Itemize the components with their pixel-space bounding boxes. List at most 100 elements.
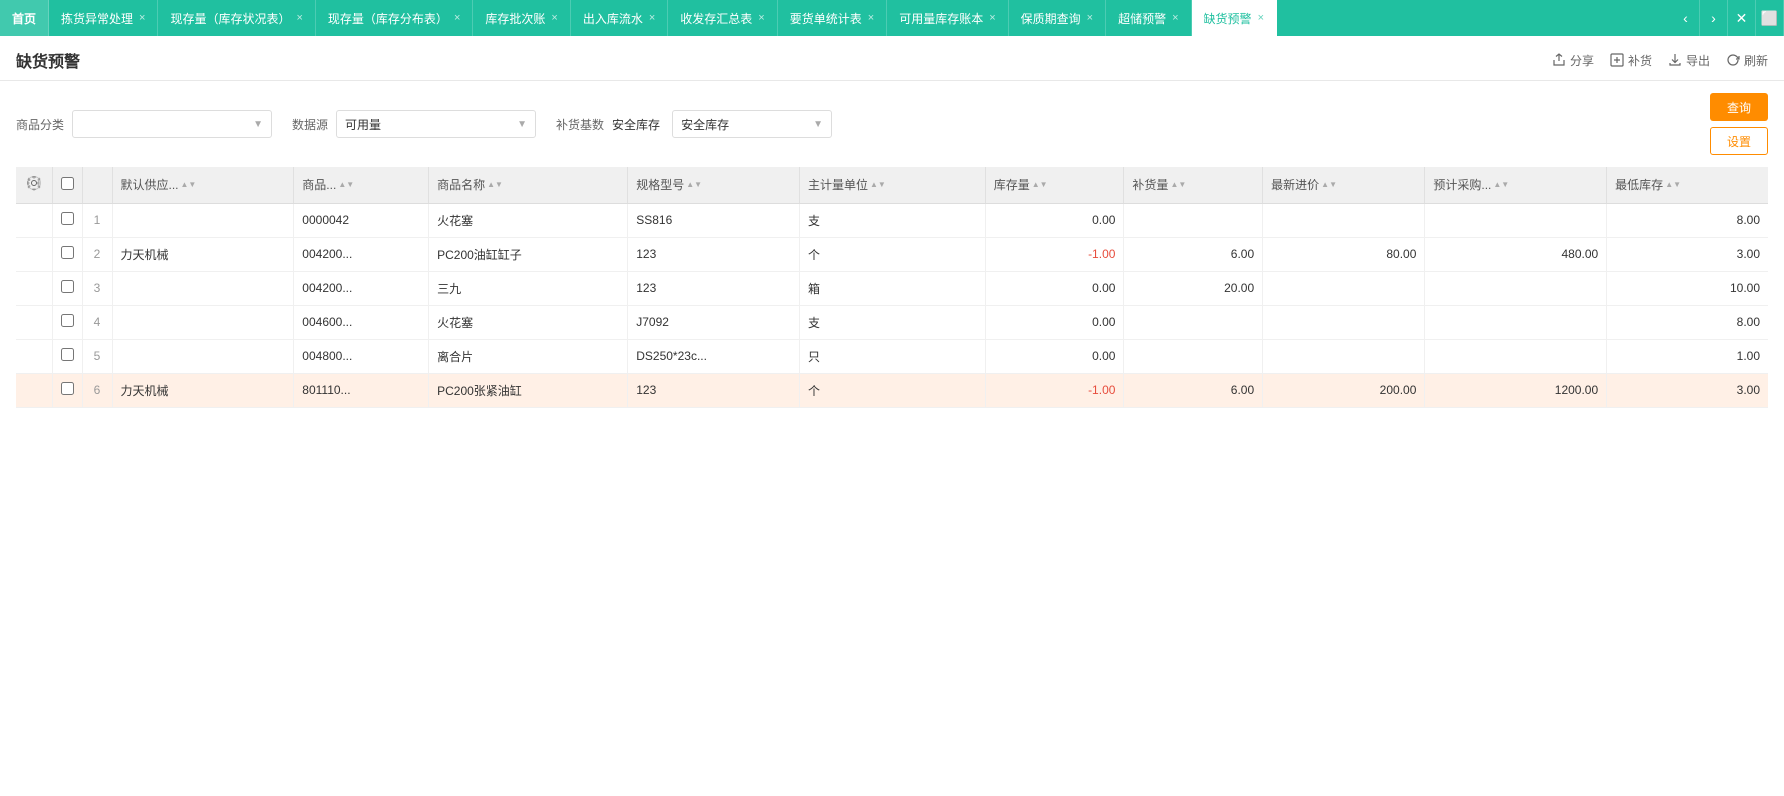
row-checkbox[interactable] [61, 348, 74, 361]
row-stock: 0.00 [985, 305, 1124, 339]
refresh-button[interactable]: 刷新 [1726, 52, 1768, 69]
close-icon[interactable]: × [551, 12, 557, 24]
tab-label: 保质期查询 [1021, 10, 1081, 27]
close-icon[interactable]: × [649, 12, 655, 24]
row-gear-cell [16, 271, 52, 305]
settings-gear-icon[interactable] [26, 175, 42, 191]
sort-icon[interactable]: ▲▼ [1032, 181, 1048, 189]
close-icon[interactable]: × [454, 12, 460, 24]
tab-label: 收发存汇总表 [680, 10, 752, 27]
tab-label: 现存量（库存状况表） [170, 10, 290, 27]
row-gear-cell [16, 339, 52, 373]
sort-icon[interactable]: ▲▼ [686, 181, 702, 189]
sort-icon[interactable]: ▲▼ [1321, 181, 1337, 189]
row-default-supplier [112, 203, 294, 237]
tab-prev-button[interactable]: ‹ [1672, 0, 1700, 36]
filter-area: 商品分类 ▼ 数据源 可用量 ▼ 补货基数 安全库存 安全库存 ▼ 查询 设置 [0, 81, 1784, 167]
datasource-select-value: 可用量 [345, 116, 517, 133]
row-number: 5 [82, 339, 112, 373]
row-est-purchase [1425, 339, 1607, 373]
close-icon[interactable]: × [296, 12, 302, 24]
share-icon [1552, 53, 1566, 67]
tab-order-stat[interactable]: 要货单统计表 × [778, 0, 887, 36]
replenish-label: 补货 [1628, 52, 1652, 69]
close-icon[interactable]: × [1087, 12, 1093, 24]
row-latest-price [1263, 339, 1425, 373]
product-code-column-header: 商品... ▲▼ [294, 167, 429, 203]
sort-icon[interactable]: ▲▼ [1493, 181, 1509, 189]
row-unit: 个 [799, 237, 985, 271]
query-button[interactable]: 查询 [1710, 93, 1768, 121]
row-unit: 个 [799, 373, 985, 407]
tab-label: 超储预警 [1118, 10, 1166, 27]
tab-inventory-status[interactable]: 现存量（库存状况表） × [158, 0, 315, 36]
close-icon[interactable]: × [989, 12, 995, 24]
table-row: 1 0000042 火花塞 SS816 支 0.00 8.00 [16, 203, 1768, 237]
row-checkbox[interactable] [61, 314, 74, 327]
select-all-checkbox[interactable] [61, 177, 74, 190]
table-row: 3 004200... 三九 123 箱 0.00 20.00 10.00 [16, 271, 1768, 305]
settings-button[interactable]: 设置 [1710, 127, 1768, 155]
spec-column-header: 规格型号 ▲▼ [628, 167, 800, 203]
row-spec: 123 [628, 271, 800, 305]
shortage-table: 默认供应... ▲▼ 商品... ▲▼ 商品名称 ▲▼ [16, 167, 1768, 408]
row-default-supplier: 力天机械 [112, 373, 294, 407]
share-button[interactable]: 分享 [1552, 52, 1594, 69]
close-icon[interactable]: × [758, 12, 764, 24]
tab-next-button[interactable]: › [1700, 0, 1728, 36]
tab-shortage[interactable]: 缺货预警 × [1192, 0, 1277, 36]
page-header: 缺货预警 分享 补货 导出 [0, 36, 1784, 81]
category-label: 商品分类 [16, 116, 64, 133]
row-checkbox-cell [52, 373, 82, 407]
row-replenish-qty: 20.00 [1124, 271, 1263, 305]
tab-batch-account[interactable]: 库存批次账 × [473, 0, 570, 36]
tab-expiry-query[interactable]: 保质期查询 × [1009, 0, 1106, 36]
row-est-purchase: 1200.00 [1425, 373, 1607, 407]
datasource-select[interactable]: 可用量 ▼ [336, 110, 536, 138]
replenish-qty-column-header: 补货量 ▲▼ [1124, 167, 1263, 203]
row-checkbox-cell [52, 305, 82, 339]
sort-icon[interactable]: ▲▼ [487, 181, 503, 189]
tab-inout-flow[interactable]: 出入库流水 × [571, 0, 668, 36]
table-body: 1 0000042 火花塞 SS816 支 0.00 8.00 2 力天机械 0… [16, 203, 1768, 407]
tab-maximize-button[interactable]: ⬜ [1756, 0, 1784, 36]
close-icon[interactable]: × [1258, 12, 1264, 24]
row-checkbox[interactable] [61, 212, 74, 225]
tab-label: 库存批次账 [485, 10, 545, 27]
close-icon[interactable]: × [139, 12, 145, 24]
tab-recv-summary[interactable]: 收发存汇总表 × [668, 0, 777, 36]
tab-label: 缺货预警 [1204, 10, 1252, 27]
category-select[interactable]: ▼ [72, 110, 272, 138]
table-row: 5 004800... 离合片 DS250*23c... 只 0.00 1.00 [16, 339, 1768, 373]
sort-icon[interactable]: ▲▼ [870, 181, 886, 189]
replenish-basis-value: 安全库存 [612, 116, 660, 133]
replenish-basis-filter-group: 补货基数 安全库存 安全库存 ▼ [556, 110, 832, 138]
row-spec: DS250*23c... [628, 339, 800, 373]
sort-icon[interactable]: ▲▼ [1665, 181, 1681, 189]
row-min-stock: 8.00 [1607, 305, 1768, 339]
sort-icon[interactable]: ▲▼ [1170, 181, 1186, 189]
row-checkbox[interactable] [61, 382, 74, 395]
settings-column-header [16, 167, 52, 203]
row-checkbox[interactable] [61, 246, 74, 259]
row-number: 2 [82, 237, 112, 271]
replenish-button[interactable]: 补货 [1610, 52, 1652, 69]
datasource-filter-group: 数据源 可用量 ▼ [292, 110, 536, 138]
replenish-basis-select[interactable]: 安全库存 ▼ [672, 110, 832, 138]
tab-defect-exception[interactable]: 拣货异常处理 × [49, 0, 158, 36]
tab-inventory-dist[interactable]: 现存量（库存分布表） × [316, 0, 473, 36]
row-checkbox[interactable] [61, 280, 74, 293]
sort-icon[interactable]: ▲▼ [338, 181, 354, 189]
table-row: 4 004600... 火花塞 J7092 支 0.00 8.00 [16, 305, 1768, 339]
header-actions: 分享 补货 导出 刷新 [1552, 52, 1768, 69]
table-row: 2 力天机械 004200... PC200油缸缸子 123 个 -1.00 6… [16, 237, 1768, 271]
tab-avail-ledger[interactable]: 可用量库存账本 × [887, 0, 1008, 36]
sort-icon[interactable]: ▲▼ [181, 181, 197, 189]
tab-label: 要货单统计表 [790, 10, 862, 27]
close-icon[interactable]: × [868, 12, 874, 24]
tab-close-other-button[interactable]: ✕ [1728, 0, 1756, 36]
tab-overstock[interactable]: 超储预警 × [1106, 0, 1191, 36]
close-icon[interactable]: × [1172, 12, 1178, 24]
export-button[interactable]: 导出 [1668, 52, 1710, 69]
tab-home[interactable]: 首页 [0, 0, 49, 36]
